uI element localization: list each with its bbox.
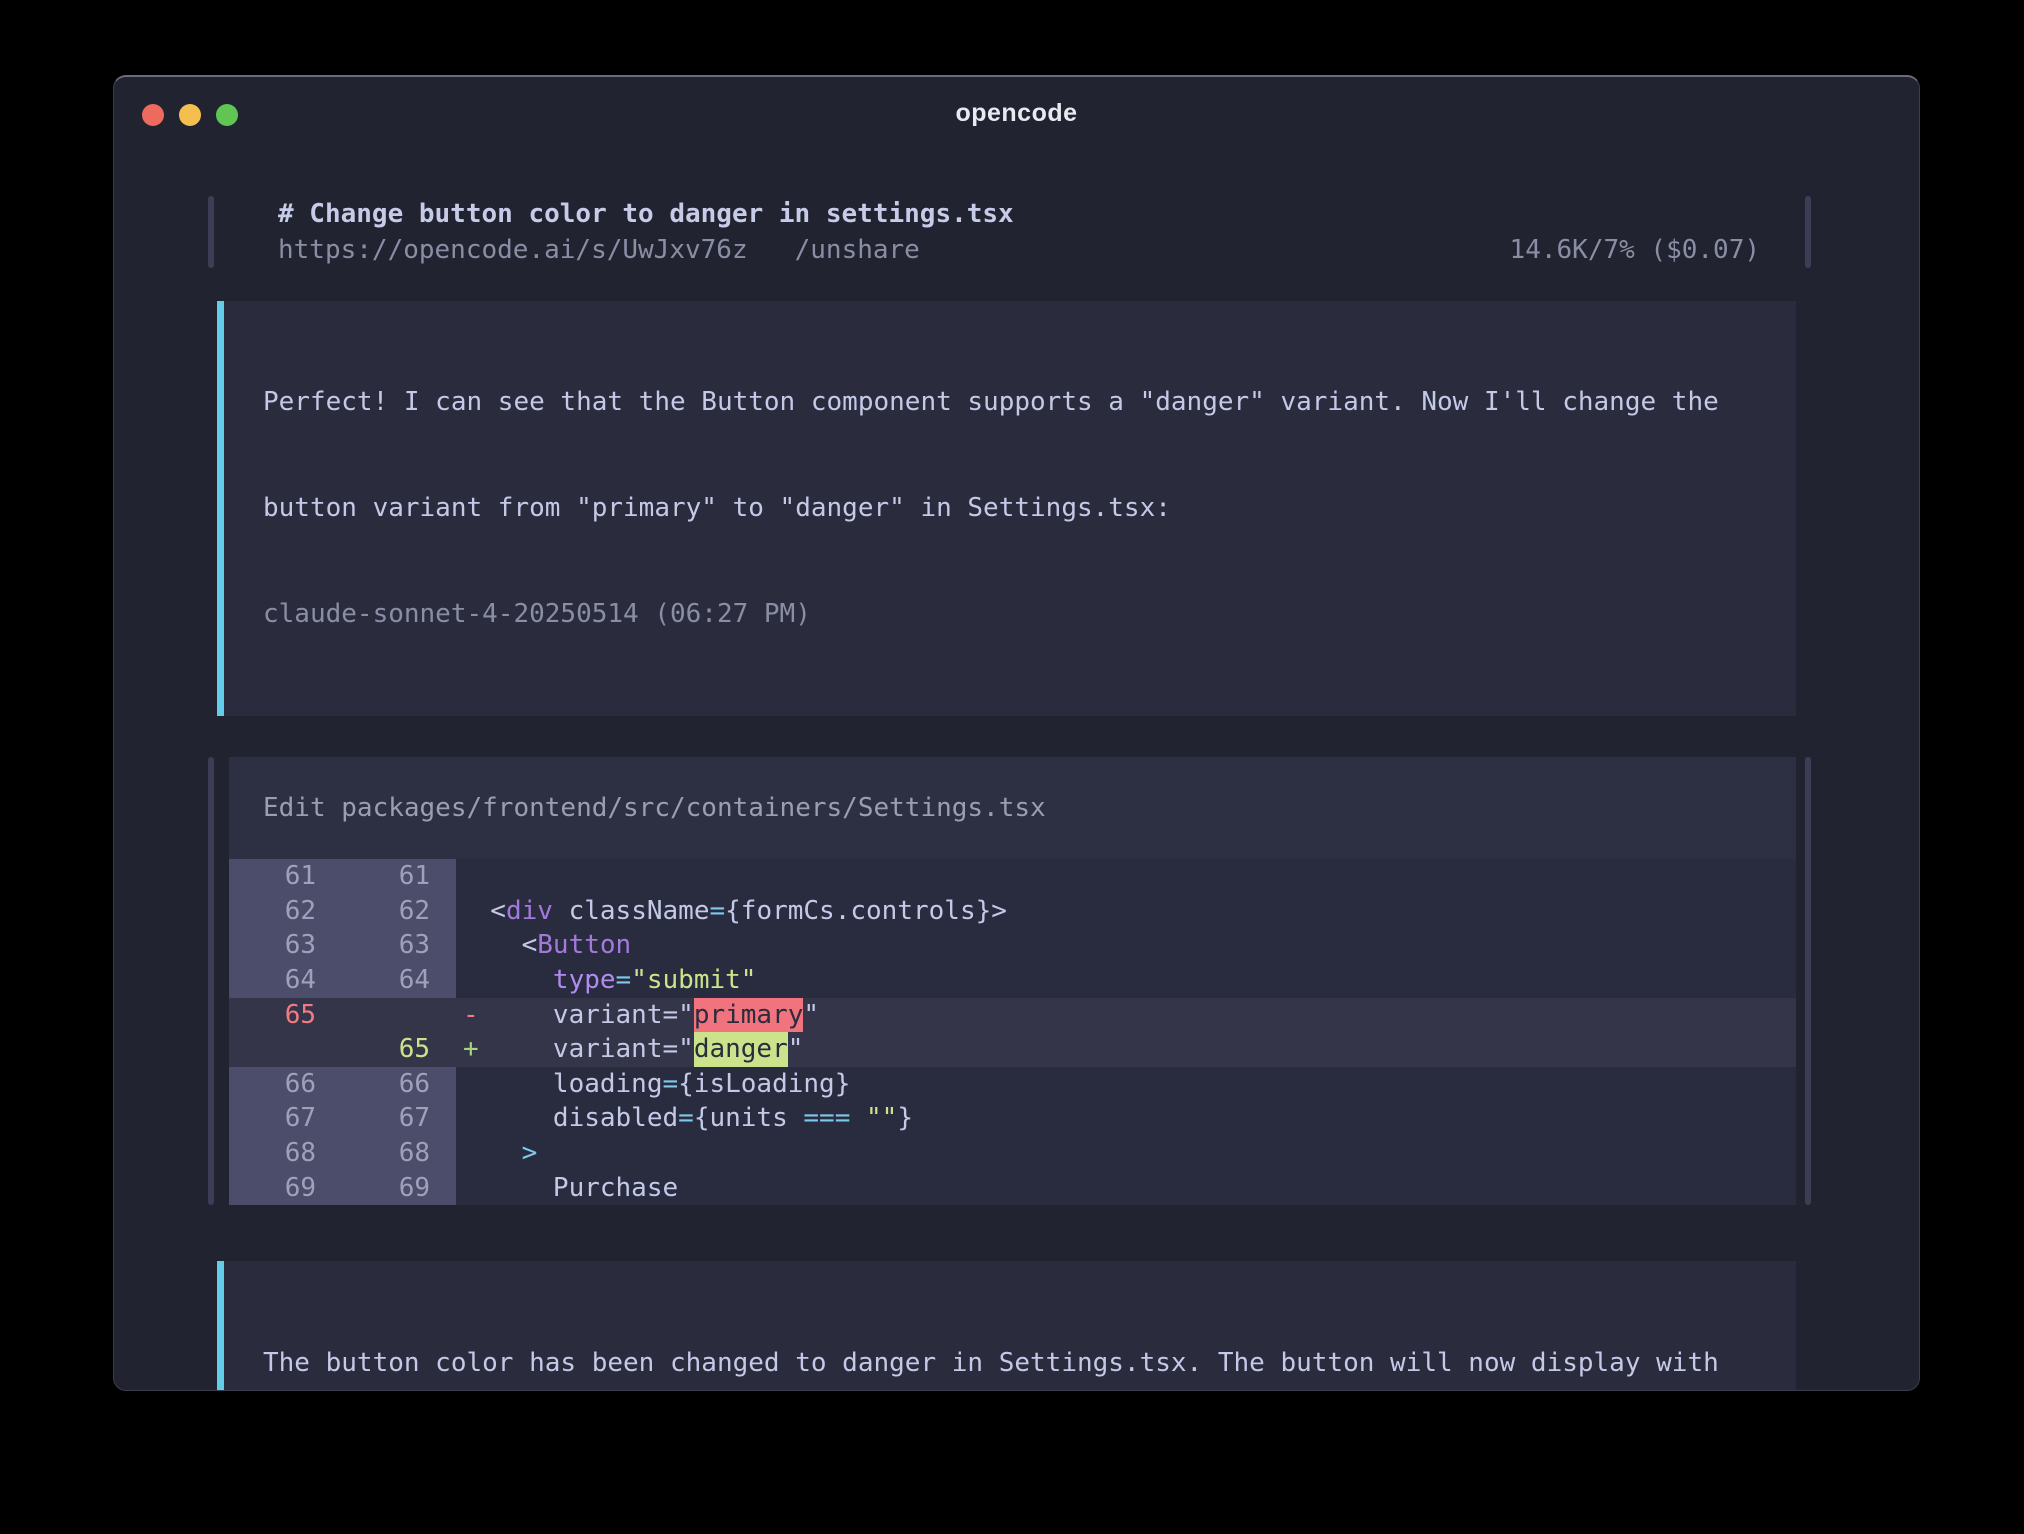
diff-row: 6666 loading={isLoading}	[229, 1067, 1796, 1102]
token-usage: 14.6K/7% ($0.07)	[1510, 232, 1760, 268]
diff-row: 65- variant="primary"	[229, 998, 1796, 1033]
diff-row: 6868 >	[229, 1136, 1796, 1171]
traffic-lights	[142, 104, 238, 126]
diff-rows: 61616262 <div className={formCs.controls…	[229, 859, 1796, 1205]
message-accent-bar	[217, 301, 224, 716]
close-button[interactable]	[142, 104, 164, 126]
session-header: # Change button color to danger in setti…	[208, 196, 1811, 268]
diff-row: 65+ variant="danger"	[229, 1032, 1796, 1067]
assistant-message: The button color has been changed to dan…	[217, 1261, 1796, 1391]
edit-tool-title: Edit packages/frontend/src/containers/Se…	[229, 757, 1796, 859]
diff-row: 6969 Purchase	[229, 1171, 1796, 1206]
message-model-meta: claude-sonnet-4-20250514 (06:27 PM)	[263, 597, 1756, 632]
message-text-line: button variant from "primary" to "danger…	[263, 491, 1756, 526]
zoom-button[interactable]	[216, 104, 238, 126]
window-title: opencode	[955, 99, 1077, 128]
message-text-line: Perfect! I can see that the Button compo…	[263, 385, 1756, 420]
diff-row: 6767 disabled={units === ""}	[229, 1101, 1796, 1136]
edit-right-border	[1805, 757, 1811, 1205]
diff-row: 6262 <div className={formCs.controls}>	[229, 894, 1796, 929]
message-accent-bar	[217, 1261, 224, 1391]
share-url-link[interactable]: https://opencode.ai/s/UwJxv76z	[278, 235, 748, 265]
diff-row: 6363 <Button	[229, 928, 1796, 963]
diff-row: 6464 type="submit"	[229, 963, 1796, 998]
window-titlebar: opencode	[114, 77, 1919, 149]
message-text-line: The button color has been changed to dan…	[263, 1346, 1756, 1381]
header-left-border	[208, 196, 214, 268]
diff-row: 6161	[229, 859, 1796, 894]
edit-tool-block: Edit packages/frontend/src/containers/Se…	[208, 757, 1811, 1205]
header-right-border	[1805, 196, 1811, 268]
minimize-button[interactable]	[179, 104, 201, 126]
unshare-command[interactable]: /unshare	[795, 235, 920, 265]
assistant-message: Perfect! I can see that the Button compo…	[217, 301, 1796, 716]
session-title: # Change button color to danger in setti…	[278, 196, 1760, 232]
edit-left-border	[208, 757, 214, 1205]
opencode-window: opencode # Change button color to danger…	[113, 75, 1920, 1391]
share-line: https://opencode.ai/s/UwJxv76z/unshare	[278, 232, 920, 268]
